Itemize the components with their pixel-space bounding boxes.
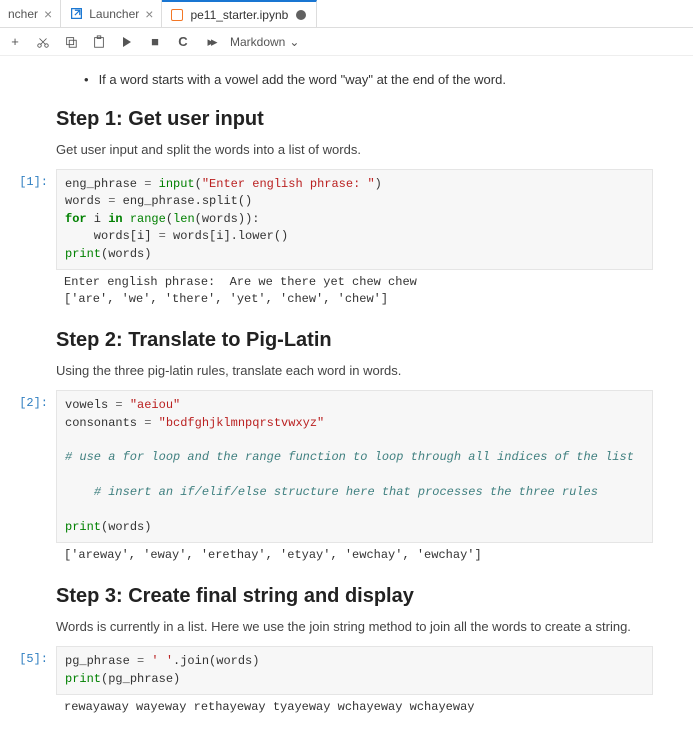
tab-label: pe11_starter.ipynb <box>190 8 288 22</box>
tab-label: Launcher <box>89 7 139 21</box>
step2-heading: Step 2: Translate to Pig-Latin <box>56 325 653 355</box>
launcher-icon <box>69 7 83 21</box>
paste-button[interactable] <box>90 33 108 51</box>
step3-heading: Step 3: Create final string and display <box>56 581 653 611</box>
cell-prompt: [2]: <box>0 390 56 543</box>
notebook-icon <box>170 8 184 22</box>
chevron-down-icon: ⌄ <box>289 35 299 49</box>
cell-output: ['areway', 'eway', 'erethay', 'etyay', '… <box>56 543 653 568</box>
tab-launcher[interactable]: Launcher × <box>61 0 162 27</box>
cut-button[interactable] <box>34 33 52 51</box>
notebook-body: If a word starts with a vowel add the wo… <box>0 56 693 752</box>
code-input[interactable]: eng_phrase = input("Enter english phrase… <box>56 169 653 270</box>
run-button[interactable] <box>118 33 136 51</box>
tab-notebook[interactable]: pe11_starter.ipynb <box>162 0 317 27</box>
restart-button[interactable]: C <box>174 33 192 51</box>
add-cell-button[interactable]: + <box>6 33 24 51</box>
cell-output: rewayaway wayeway rethayeway tyayeway wc… <box>56 695 653 720</box>
cell-output: Enter english phrase: Are we there yet c… <box>56 270 653 313</box>
copy-button[interactable] <box>62 33 80 51</box>
markdown-bullet: If a word starts with a vowel add the wo… <box>84 70 653 90</box>
tab-label: ncher <box>8 7 38 21</box>
cell-prompt: [1]: <box>0 169 56 270</box>
code-input[interactable]: vowels = "aeiou" consonants = "bcdfghjkl… <box>56 390 653 543</box>
output-prompt <box>0 695 56 720</box>
output-prompt <box>0 270 56 313</box>
run-all-button[interactable]: ▸▸ <box>202 33 220 51</box>
code-cell-1[interactable]: [1]: eng_phrase = input("Enter english p… <box>0 169 653 313</box>
cell-type-label: Markdown <box>230 35 285 49</box>
tab-bar: ncher × Launcher × pe11_starter.ipynb <box>0 0 693 28</box>
step1-description: Get user input and split the words into … <box>56 140 653 160</box>
step1-heading: Step 1: Get user input <box>56 104 653 134</box>
notebook-toolbar: + ■ C ▸▸ Markdown ⌄ <box>0 28 693 56</box>
stop-button[interactable]: ■ <box>146 33 164 51</box>
output-prompt <box>0 543 56 568</box>
step3-description: Words is currently in a list. Here we us… <box>56 617 653 637</box>
close-icon[interactable]: × <box>145 6 153 22</box>
step2-description: Using the three pig-latin rules, transla… <box>56 361 653 381</box>
code-cell-2[interactable]: [2]: vowels = "aeiou" consonants = "bcdf… <box>0 390 653 569</box>
cell-prompt: [5]: <box>0 646 56 695</box>
code-input[interactable]: pg_phrase = ' '.join(words) print(pg_phr… <box>56 646 653 695</box>
cell-type-dropdown[interactable]: Markdown ⌄ <box>230 35 299 49</box>
dirty-indicator-icon <box>294 8 308 22</box>
close-icon[interactable]: × <box>44 6 52 22</box>
tab-launcher-partial[interactable]: ncher × <box>0 0 61 27</box>
code-cell-3[interactable]: [5]: pg_phrase = ' '.join(words) print(p… <box>0 646 653 720</box>
